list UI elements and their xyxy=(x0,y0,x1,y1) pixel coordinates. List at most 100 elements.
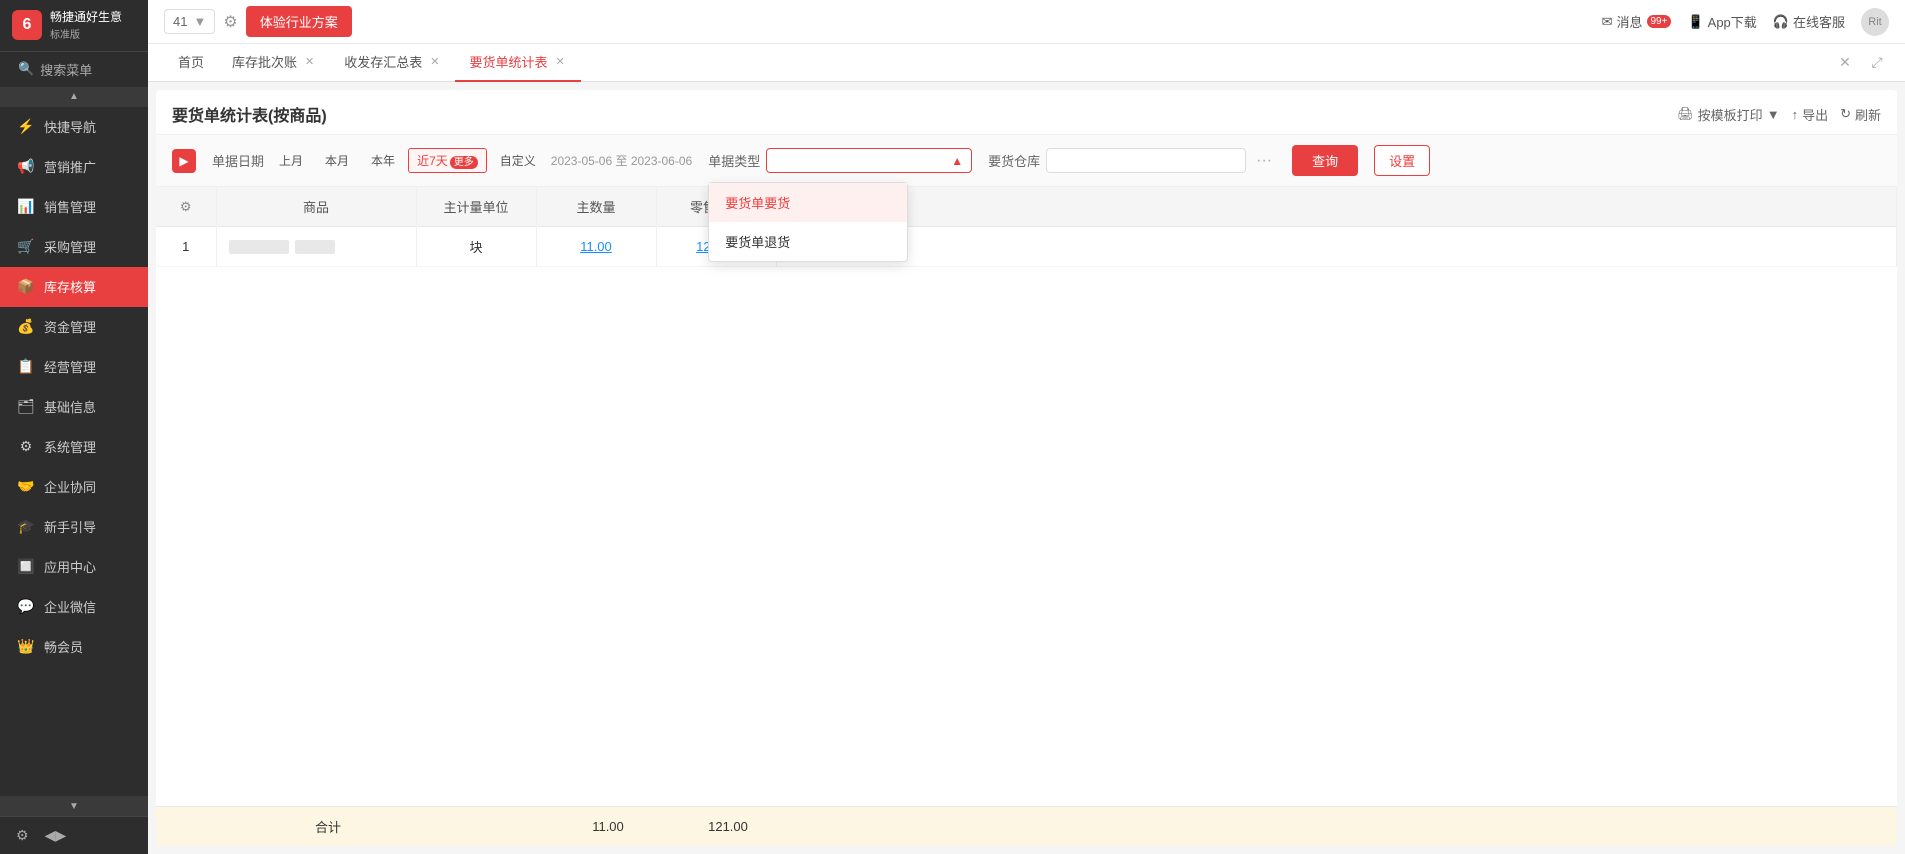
filter-more-icon[interactable]: ··· xyxy=(1252,152,1276,170)
export-label: 导出 xyxy=(1802,105,1828,124)
tab-close-icon[interactable]: ✕ xyxy=(428,55,441,68)
refresh-label: 刷新 xyxy=(1855,105,1881,124)
export-btn[interactable]: ↑ 导出 xyxy=(1792,105,1829,124)
page-title: 要货单统计表(按商品) xyxy=(172,102,327,126)
refresh-btn[interactable]: ↻ 刷新 xyxy=(1840,105,1881,124)
cell-seq: 1 xyxy=(156,227,216,267)
query-btn[interactable]: 查询 xyxy=(1292,145,1358,176)
phone-icon: 📱 xyxy=(1687,14,1703,30)
sidebar-nav: ⚡ 快捷导航 📢 营销推广 📊 销售管理 🛒 采购管理 📦 库存核算 💰 资金管… xyxy=(0,107,148,796)
print-btn[interactable]: 🖨 按模板打印 ▼ xyxy=(1677,105,1779,124)
filter-type-input-field[interactable] xyxy=(775,153,951,168)
sidebar-footer: ⚙ ◀▶ xyxy=(0,816,148,854)
col-seq: ⚙ xyxy=(156,187,216,227)
tab-home[interactable]: 首页 xyxy=(164,44,218,82)
messages-btn[interactable]: ✉ 消息 99+ xyxy=(1602,12,1672,31)
sidebar-search[interactable]: 🔍 搜索菜单 xyxy=(0,52,148,87)
print-label: 按模板打印 xyxy=(1698,105,1763,124)
sidebar-item-member[interactable]: 👑 畅会员 xyxy=(0,627,148,667)
enterprise-icon: 🤝 xyxy=(16,477,36,497)
product-code-placeholder xyxy=(295,240,335,254)
wechat-icon: 💬 xyxy=(16,597,36,617)
filter-warehouse-group: 要货仓库 ··· xyxy=(988,148,1276,173)
scroll-down-btn[interactable]: ▼ xyxy=(0,796,148,816)
footer-qty: 11.00 xyxy=(548,819,668,834)
sidebar-item-inventory[interactable]: 📦 库存核算 xyxy=(0,267,148,307)
sidebar-item-marketing[interactable]: 📢 营销推广 xyxy=(0,147,148,187)
filter-type-label: 单据类型 xyxy=(708,151,760,170)
filter-date-btns: 上月 本月 本年 近7天更多 自定义 xyxy=(270,148,545,173)
sidebar-item-system[interactable]: ⚙ 系统管理 xyxy=(0,427,148,467)
filter-area: ▶ 单据日期 上月 本月 本年 近7天更多 自定义 2023-05-06 至 2… xyxy=(156,135,1897,187)
tab-label: 收发存汇总表 xyxy=(344,52,422,71)
online-service-btn[interactable]: 🎧 在线客服 xyxy=(1773,12,1845,31)
topbar-left: 41 ▼ ⚙ 体验行业方案 xyxy=(164,6,1586,37)
company-selector[interactable]: 41 ▼ xyxy=(164,9,215,34)
more-badge: 更多 xyxy=(450,156,478,169)
sidebar: 6 畅捷通好生意 标准版 🔍 搜索菜单 ▲ ⚡ 快捷导航 📢 营销推广 📊 销售… xyxy=(0,0,148,854)
tab-order-stats[interactable]: 要货单统计表 ✕ xyxy=(455,44,580,82)
refresh-icon: ↻ xyxy=(1840,106,1851,122)
sidebar-item-operations[interactable]: 📋 经营管理 xyxy=(0,347,148,387)
gear-icon[interactable]: ⚙ xyxy=(223,12,237,32)
sidebar-item-app-center[interactable]: 🔲 应用中心 xyxy=(0,547,148,587)
filter-btn-this-month[interactable]: 本月 xyxy=(316,148,358,173)
sidebar-item-basic[interactable]: 🗂 基础信息 xyxy=(0,387,148,427)
settings-icon[interactable]: ⚙ xyxy=(16,827,29,844)
filter-type-input[interactable]: ▲ xyxy=(766,148,972,173)
avatar: Rit xyxy=(1861,8,1889,36)
sidebar-item-guide[interactable]: 🎓 新手引导 xyxy=(0,507,148,547)
search-label: 搜索菜单 xyxy=(40,60,92,79)
sidebar-item-label: 企业协同 xyxy=(44,477,96,496)
filter-type-group: 单据类型 ▲ 要货单要货 要货单退货 xyxy=(708,148,972,173)
collapse-icon[interactable]: ◀▶ xyxy=(45,827,67,844)
search-icon: 🔍 xyxy=(18,61,34,77)
system-icon: ⚙ xyxy=(16,437,36,457)
tab-inventory-batch[interactable]: 库存批次账 ✕ xyxy=(218,44,330,82)
filter-btn-custom[interactable]: 自定义 xyxy=(491,148,545,173)
sidebar-item-quick-nav[interactable]: ⚡ 快捷导航 xyxy=(0,107,148,147)
filter-expand-btn[interactable]: ▶ xyxy=(172,149,196,173)
app-download-label: App下载 xyxy=(1708,12,1757,31)
sidebar-item-enterprise[interactable]: 🤝 企业协同 xyxy=(0,467,148,507)
tab-label: 库存批次账 xyxy=(232,52,297,71)
dropdown-item-return[interactable]: 要货单退货 xyxy=(709,222,907,261)
brand-name: 畅捷通好生意 xyxy=(50,10,122,26)
filter-warehouse-input[interactable] xyxy=(1046,148,1246,173)
column-settings-icon[interactable]: ⚙ xyxy=(180,199,192,214)
filter-date-range: 2023-05-06 至 2023-06-06 xyxy=(551,152,692,169)
setting-btn[interactable]: 设置 xyxy=(1374,145,1430,176)
sidebar-item-finance[interactable]: 💰 资金管理 xyxy=(0,307,148,347)
tab-close-icon[interactable]: ✕ xyxy=(303,55,316,68)
scroll-up-btn[interactable]: ▲ xyxy=(0,87,148,107)
tabs-expand-btn[interactable]: ⤢ xyxy=(1865,51,1889,75)
filter-btn-last-month[interactable]: 上月 xyxy=(270,148,312,173)
app-download-btn[interactable]: 📱 App下载 xyxy=(1687,12,1756,31)
sidebar-item-purchase[interactable]: 🛒 采购管理 xyxy=(0,227,148,267)
chevron-up-icon[interactable]: ▲ xyxy=(951,154,963,168)
filter-warehouse-input-field[interactable] xyxy=(1055,153,1237,168)
sidebar-item-wechat[interactable]: 💬 企业微信 xyxy=(0,587,148,627)
filter-btn-7days[interactable]: 近7天更多 xyxy=(408,148,487,173)
print-icon: 🖨 xyxy=(1677,106,1694,122)
main-area: 41 ▼ ⚙ 体验行业方案 ✉ 消息 99+ 📱 App下载 🎧 在线客服 xyxy=(148,0,1905,854)
tab-receipt-summary[interactable]: 收发存汇总表 ✕ xyxy=(330,44,455,82)
quick-nav-icon: ⚡ xyxy=(16,117,36,137)
sidebar-item-sales[interactable]: 📊 销售管理 xyxy=(0,187,148,227)
footer-label: 合计 xyxy=(228,817,428,836)
qty-link[interactable]: 11.00 xyxy=(580,239,612,254)
tabs-close-all-btn[interactable]: ✕ xyxy=(1833,51,1857,75)
filter-btn-this-year[interactable]: 本年 xyxy=(362,148,404,173)
dropdown-item-order[interactable]: 要货单要货 xyxy=(709,183,907,222)
headset-icon: 🎧 xyxy=(1773,14,1789,30)
trial-btn[interactable]: 体验行业方案 xyxy=(246,6,352,37)
type-dropdown: 要货单要货 要货单退货 xyxy=(708,182,908,262)
tab-close-icon[interactable]: ✕ xyxy=(554,55,567,68)
sidebar-item-label: 快捷导航 xyxy=(44,117,96,136)
sidebar-item-label: 销售管理 xyxy=(44,197,96,216)
sidebar-item-label: 经营管理 xyxy=(44,357,96,376)
user-avatar-btn[interactable]: Rit xyxy=(1861,8,1889,36)
table-header-row: ⚙ 商品 主计量单位 主数量 零售金额 xyxy=(156,187,1897,227)
chevron-down-icon: ▼ xyxy=(193,14,206,29)
app-center-icon: 🔲 xyxy=(16,557,36,577)
